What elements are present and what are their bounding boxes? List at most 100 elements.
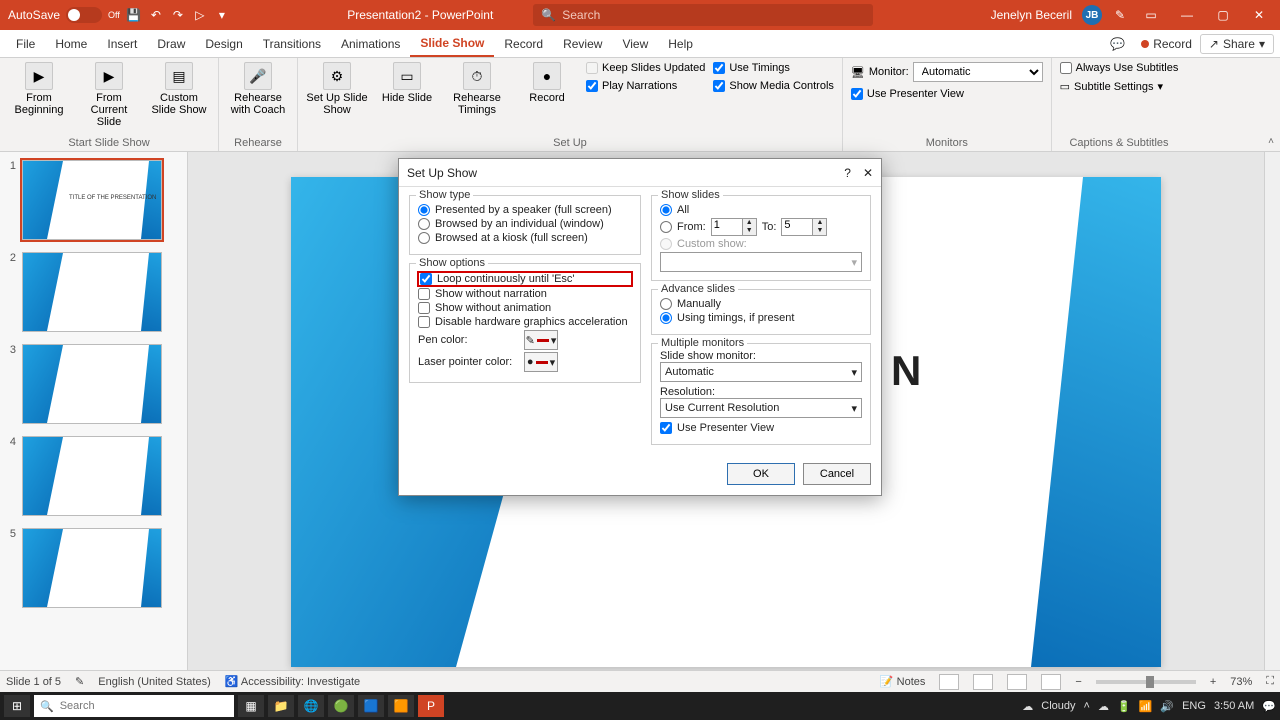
radio-presented-speaker[interactable]: Presented by a speaker (full screen)	[418, 204, 632, 216]
tab-view[interactable]: View	[612, 30, 658, 57]
close-icon[interactable]: ✕	[863, 166, 873, 180]
onedrive-icon[interactable]: ☁	[1098, 700, 1109, 713]
rehearse-coach-button[interactable]: 🎤Rehearse with Coach	[227, 62, 289, 116]
check-disable-hw[interactable]: Disable hardware graphics acceleration	[418, 316, 632, 328]
check-no-narration[interactable]: Show without narration	[418, 288, 632, 300]
minimize-icon[interactable]: —	[1174, 5, 1200, 25]
vertical-scrollbar[interactable]	[1264, 152, 1280, 692]
help-icon[interactable]: ?	[844, 166, 851, 180]
ok-button[interactable]: OK	[727, 463, 795, 485]
taskbar-search[interactable]: 🔍Search	[34, 695, 234, 717]
spin-up-icon[interactable]: ▲	[812, 219, 826, 227]
user-avatar[interactable]: JB	[1082, 5, 1102, 25]
taskbar-powerpoint-icon[interactable]: P	[418, 695, 444, 717]
rehearse-timings-button[interactable]: ⏱Rehearse Timings	[446, 62, 508, 116]
tab-animations[interactable]: Animations	[331, 30, 410, 57]
start-button[interactable]: ⊞	[4, 695, 30, 717]
monitor-select[interactable]: Automatic	[913, 62, 1043, 82]
language-indicator[interactable]: English (United States)	[98, 676, 211, 688]
autosave-toggle[interactable]	[66, 7, 102, 23]
close-icon[interactable]: ✕	[1246, 5, 1272, 25]
pen-color-picker[interactable]: ✎▾	[524, 330, 558, 350]
radio-using-timings[interactable]: Using timings, if present	[660, 312, 862, 324]
resolution-combo[interactable]: Use Current Resolution▾	[660, 398, 862, 418]
to-input[interactable]	[782, 219, 812, 231]
tab-record[interactable]: Record	[494, 30, 553, 57]
start-from-beginning-icon[interactable]: ▷	[192, 7, 208, 23]
weather-icon[interactable]: ☁	[1022, 700, 1033, 713]
thumb-item[interactable]: 3	[4, 344, 183, 424]
volume-icon[interactable]: 🔊	[1160, 700, 1174, 713]
thumb-item[interactable]: 5	[4, 528, 183, 608]
slide-thumb-1[interactable]: TITLE OF THE PRESENTATION	[22, 160, 162, 240]
fit-to-window-icon[interactable]: ⛶	[1266, 675, 1274, 688]
taskbar-app-icon[interactable]: 🟢	[328, 695, 354, 717]
thumb-item[interactable]: 1TITLE OF THE PRESENTATION	[4, 160, 183, 240]
check-presenter-view[interactable]: Use Presenter View	[660, 422, 862, 434]
slide-show-view-icon[interactable]	[1041, 674, 1061, 690]
from-current-button[interactable]: ▶From Current Slide	[78, 62, 140, 128]
tab-insert[interactable]: Insert	[97, 30, 147, 57]
battery-icon[interactable]: 🔋	[1117, 700, 1131, 713]
taskbar-app-icon[interactable]: 🟦	[358, 695, 384, 717]
subtitle-settings-button[interactable]: ▭Subtitle Settings▾	[1060, 80, 1179, 93]
draw-mode-icon[interactable]: ✎	[1112, 7, 1128, 23]
tab-draw[interactable]: Draw	[147, 30, 195, 57]
hide-slide-button[interactable]: ▭Hide Slide	[376, 62, 438, 104]
from-beginning-button[interactable]: ▶From Beginning	[8, 62, 70, 116]
redo-icon[interactable]: ↷	[170, 7, 186, 23]
to-spinner[interactable]: ▲▼	[781, 218, 827, 236]
use-presenter-view-checkbox[interactable]: Use Presenter View	[851, 88, 1043, 100]
normal-view-icon[interactable]	[939, 674, 959, 690]
play-narrations-checkbox[interactable]: Play Narrations	[586, 80, 705, 92]
tab-transitions[interactable]: Transitions	[253, 30, 331, 57]
maximize-icon[interactable]: ▢	[1210, 5, 1236, 25]
tab-review[interactable]: Review	[553, 30, 612, 57]
wifi-icon[interactable]: 📶	[1139, 700, 1153, 713]
show-media-controls-checkbox[interactable]: Show Media Controls	[713, 80, 834, 92]
tab-home[interactable]: Home	[45, 30, 97, 57]
from-spinner[interactable]: ▲▼	[711, 218, 757, 236]
record-button[interactable]: Record	[1133, 37, 1200, 51]
accessibility-indicator[interactable]: ♿ Accessibility: Investigate	[225, 675, 360, 688]
check-no-animation[interactable]: Show without animation	[418, 302, 632, 314]
reading-view-icon[interactable]	[1007, 674, 1027, 690]
language-indicator[interactable]: ENG	[1182, 700, 1206, 712]
slide-thumb-3[interactable]	[22, 344, 162, 424]
radio-browsed-individual[interactable]: Browsed by an individual (window)	[418, 218, 632, 230]
radio-from-slides[interactable]	[660, 221, 672, 233]
custom-slide-show-button[interactable]: ▤Custom Slide Show	[148, 62, 210, 116]
slide-thumb-2[interactable]	[22, 252, 162, 332]
spin-down-icon[interactable]: ▼	[742, 227, 756, 235]
zoom-in-icon[interactable]: +	[1210, 676, 1216, 688]
laser-color-picker[interactable]: ●▾	[524, 352, 558, 372]
tab-design[interactable]: Design	[195, 30, 252, 57]
spin-up-icon[interactable]: ▲	[742, 219, 756, 227]
spin-down-icon[interactable]: ▼	[812, 227, 826, 235]
thumb-item[interactable]: 4	[4, 436, 183, 516]
notifications-icon[interactable]: 💬	[1262, 700, 1276, 713]
spellcheck-icon[interactable]: ✎	[75, 675, 84, 688]
cancel-button[interactable]: Cancel	[803, 463, 871, 485]
save-icon[interactable]: 💾	[126, 7, 142, 23]
tray-chevron-icon[interactable]: ˄	[1084, 700, 1090, 712]
taskbar-app-icon[interactable]: 📁	[268, 695, 294, 717]
check-loop-continuously[interactable]: Loop continuously until 'Esc'	[418, 272, 632, 286]
tab-help[interactable]: Help	[658, 30, 703, 57]
thumb-item[interactable]: 2	[4, 252, 183, 332]
ribbon-display-icon[interactable]: ▭	[1138, 5, 1164, 25]
set-up-slide-show-button[interactable]: ⚙Set Up Slide Show	[306, 62, 368, 116]
comments-button[interactable]: 💬	[1102, 37, 1133, 51]
taskbar-app-icon[interactable]: 🌐	[298, 695, 324, 717]
slide-show-monitor-combo[interactable]: Automatic▾	[660, 362, 862, 382]
clock[interactable]: 3:50 AM	[1214, 700, 1254, 712]
qat-customize-icon[interactable]: ▾	[214, 7, 230, 23]
zoom-out-icon[interactable]: −	[1075, 676, 1081, 688]
zoom-level[interactable]: 73%	[1230, 676, 1252, 688]
always-use-subtitles-checkbox[interactable]: Always Use Subtitles	[1060, 62, 1179, 74]
radio-manually[interactable]: Manually	[660, 298, 862, 310]
from-input[interactable]	[712, 219, 742, 231]
collapse-ribbon-icon[interactable]: ˄	[1268, 136, 1274, 147]
radio-browsed-kiosk[interactable]: Browsed at a kiosk (full screen)	[418, 232, 632, 244]
tab-slide-show[interactable]: Slide Show	[410, 30, 494, 57]
